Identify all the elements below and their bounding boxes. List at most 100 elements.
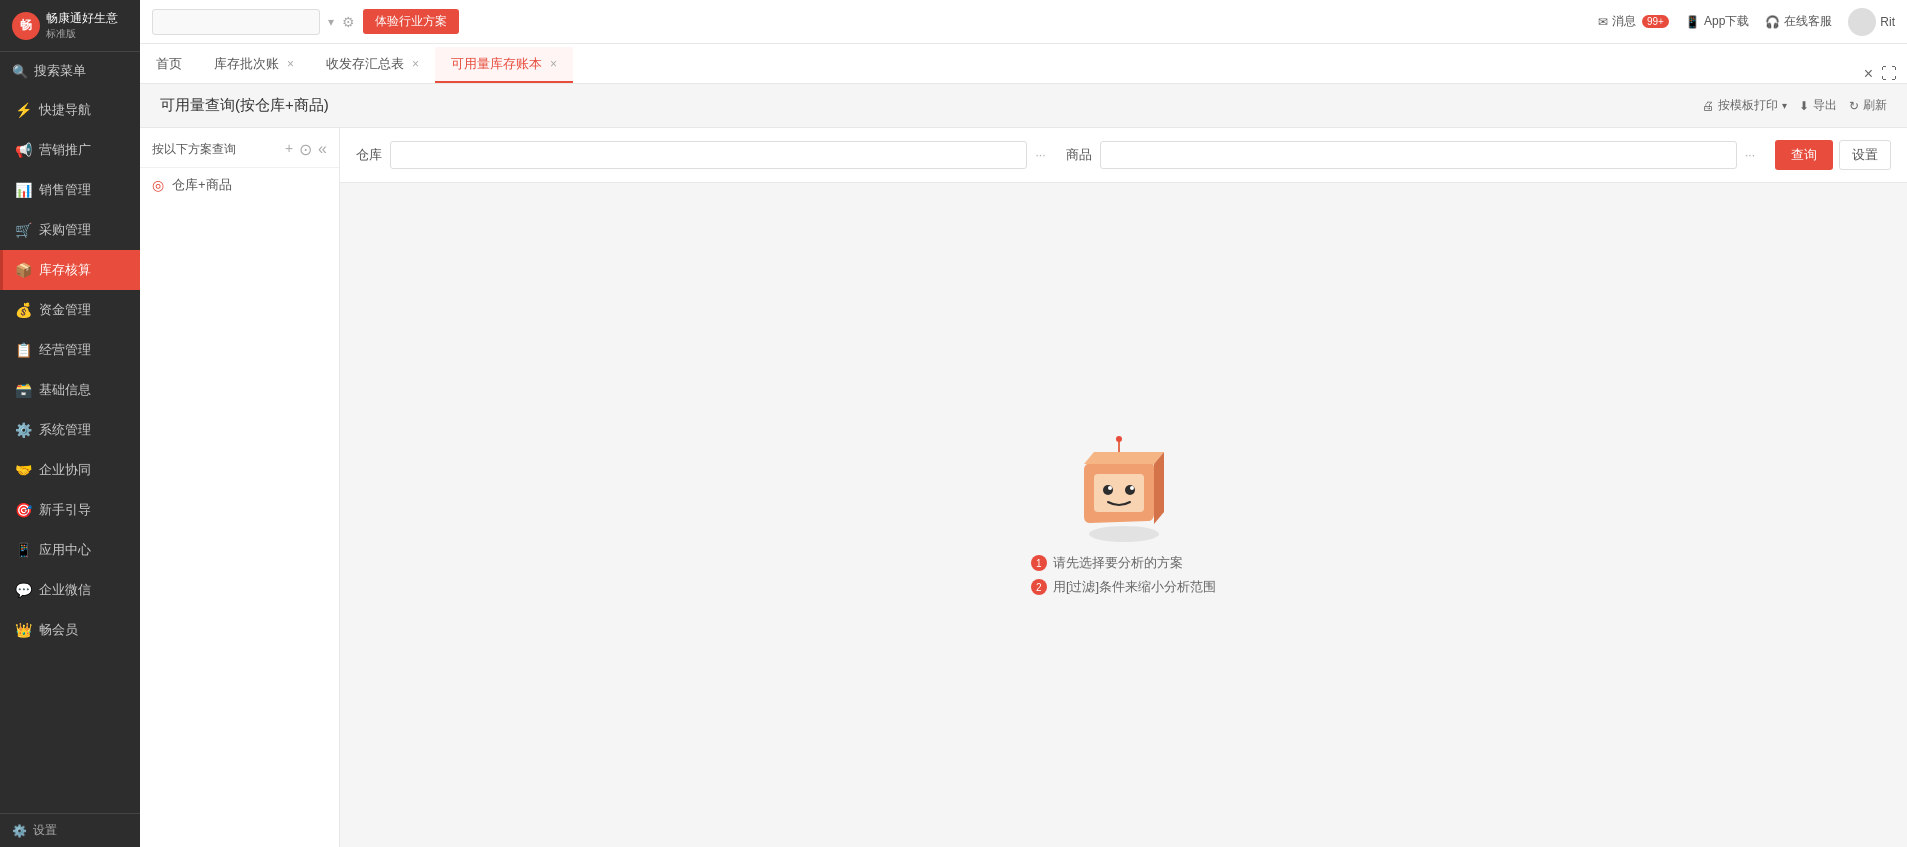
sidebar-item-finance[interactable]: 💰 资金管理	[0, 290, 140, 330]
filter-item-label: 仓库+商品	[172, 176, 232, 194]
empty-tip-1: 1 请先选择要分析的方案	[1031, 554, 1216, 572]
user-name: Rit	[1880, 15, 1895, 29]
tabs-bar: 首页 库存批次账 × 收发存汇总表 × 可用量库存账本 × × ⛶	[140, 44, 1907, 84]
topbar: ▾ ⚙ 体验行业方案 ✉ 消息 99+ 📱 App下载 🎧 在线客服 Rit	[140, 0, 1907, 44]
filter-scheme-icon: ◎	[152, 177, 164, 193]
tab-close-btn[interactable]: ×	[1864, 65, 1873, 83]
sidebar-item-purchase[interactable]: 🛒 采购管理	[0, 210, 140, 250]
sidebar-item-label: 资金管理	[39, 301, 91, 319]
sidebar-search-item[interactable]: 🔍 搜索菜单	[0, 52, 140, 90]
sidebar-item-label: 畅会员	[39, 621, 78, 639]
sidebar-search-label: 搜索菜单	[34, 62, 86, 80]
sidebar-nav: ⚡ 快捷导航 📢 营销推广 📊 销售管理 🛒 采购管理 📦 库存核算 💰 资金管…	[0, 90, 140, 813]
warehouse-input[interactable]	[390, 141, 1027, 169]
print-btn[interactable]: 🖨 按模板打印 ▾	[1702, 97, 1787, 114]
basic-icon: 🗃️	[15, 382, 31, 398]
svg-marker-2	[1084, 452, 1164, 464]
svg-point-7	[1108, 486, 1112, 490]
sidebar-footer[interactable]: ⚙️ 设置	[0, 813, 140, 847]
sidebar-item-vip[interactable]: 👑 畅会员	[0, 610, 140, 650]
sidebar-item-wechat[interactable]: 💬 企业微信	[0, 570, 140, 610]
sales-icon: 📊	[15, 182, 31, 198]
empty-state: 1 请先选择要分析的方案 2 用[过滤]条件来缩小分析范围	[340, 183, 1907, 847]
tab-collect-summary[interactable]: 收发存汇总表 ×	[310, 47, 435, 83]
app-download-label: App下载	[1704, 13, 1749, 30]
sidebar-item-app-center[interactable]: 📱 应用中心	[0, 530, 140, 570]
svg-point-0	[1089, 526, 1159, 542]
tip-text-1: 请先选择要分析的方案	[1053, 554, 1183, 572]
sidebar-item-label: 采购管理	[39, 221, 91, 239]
filter-collapse-icon[interactable]: «	[318, 140, 327, 159]
sidebar-header: 畅 畅康通好生意 标准版	[0, 0, 140, 52]
sidebar-item-basic[interactable]: 🗃️ 基础信息	[0, 370, 140, 410]
sidebar-logo-icon: 畅	[12, 12, 40, 40]
topbar-chevron-icon[interactable]: ▾	[328, 15, 334, 29]
app-download-item[interactable]: 📱 App下载	[1685, 13, 1749, 30]
message-label: 消息	[1612, 13, 1636, 30]
print-icon: 🖨	[1702, 99, 1714, 113]
sidebar-item-label: 销售管理	[39, 181, 91, 199]
quick-nav-icon: ⚡	[15, 102, 31, 118]
query-button[interactable]: 查询	[1775, 140, 1833, 170]
filter-add-icon[interactable]: +	[285, 140, 293, 159]
cooperation-icon: 🤝	[15, 462, 31, 478]
tip-text-2: 用[过滤]条件来缩小分析范围	[1053, 578, 1216, 596]
sidebar-item-label: 快捷导航	[39, 101, 91, 119]
sidebar-item-quick-nav[interactable]: ⚡ 快捷导航	[0, 90, 140, 130]
sidebar-item-label: 营销推广	[39, 141, 91, 159]
topbar-gear-icon[interactable]: ⚙	[342, 14, 355, 30]
finance-icon: 💰	[15, 302, 31, 318]
warehouse-field: 仓库 ···	[356, 141, 1046, 169]
wechat-icon: 💬	[15, 582, 31, 598]
warehouse-label: 仓库	[356, 146, 382, 164]
sidebar-item-label: 基础信息	[39, 381, 91, 399]
print-chevron-icon[interactable]: ▾	[1782, 100, 1787, 111]
refresh-icon: ↻	[1849, 99, 1859, 113]
purchase-icon: 🛒	[15, 222, 31, 238]
sidebar-item-onboarding[interactable]: 🎯 新手引导	[0, 490, 140, 530]
tab-batch-ledger[interactable]: 库存批次账 ×	[198, 47, 310, 83]
tab-label: 库存批次账	[214, 55, 279, 73]
export-label: 导出	[1813, 97, 1837, 114]
warehouse-more-btn[interactable]: ···	[1035, 148, 1045, 162]
tab-close-icon[interactable]: ×	[287, 58, 294, 70]
online-service-item[interactable]: 🎧 在线客服	[1765, 13, 1832, 30]
sidebar-item-sales[interactable]: 📊 销售管理	[0, 170, 140, 210]
sidebar-item-marketing[interactable]: 📢 营销推广	[0, 130, 140, 170]
product-more-btn[interactable]: ···	[1745, 148, 1755, 162]
filter-setting-icon[interactable]: ⊙	[299, 140, 312, 159]
sidebar-item-label: 应用中心	[39, 541, 91, 559]
sidebar-item-operation[interactable]: 📋 经营管理	[0, 330, 140, 370]
tab-expand-btn[interactable]: ⛶	[1881, 65, 1897, 83]
product-input[interactable]	[1100, 141, 1737, 169]
filter-actions: + ⊙ «	[285, 140, 327, 159]
setting-button[interactable]: 设置	[1839, 140, 1891, 170]
tab-available-ledger[interactable]: 可用量库存账本 ×	[435, 47, 573, 83]
topbar-search-input[interactable]	[152, 9, 320, 35]
sidebar-item-label: 企业协同	[39, 461, 91, 479]
sidebar-item-system[interactable]: ⚙️ 系统管理	[0, 410, 140, 450]
message-badge: 99+	[1642, 15, 1669, 28]
sidebar-item-inventory[interactable]: 📦 库存核算	[0, 250, 140, 290]
filter-item-warehouse-product[interactable]: ◎ 仓库+商品	[140, 168, 339, 202]
page-header: 可用量查询(按仓库+商品) 🖨 按模板打印 ▾ ⬇ 导出 ↻ 刷新	[140, 84, 1907, 128]
print-label: 按模板打印	[1718, 97, 1778, 114]
tab-close-icon[interactable]: ×	[550, 58, 557, 70]
sidebar-item-cooperation[interactable]: 🤝 企业协同	[0, 450, 140, 490]
sidebar-logo: 畅 畅康通好生意 标准版	[12, 10, 128, 41]
tab-home[interactable]: 首页	[140, 47, 198, 83]
export-btn[interactable]: ⬇ 导出	[1799, 97, 1837, 114]
tab-controls: × ⛶	[1864, 65, 1907, 83]
empty-svg	[1064, 434, 1184, 544]
sidebar-item-label: 新手引导	[39, 501, 91, 519]
message-item[interactable]: ✉ 消息 99+	[1598, 13, 1669, 30]
page-title: 可用量查询(按仓库+商品)	[160, 96, 329, 115]
tab-close-icon[interactable]: ×	[412, 58, 419, 70]
user-avatar-item[interactable]: Rit	[1848, 8, 1895, 36]
topbar-right: ✉ 消息 99+ 📱 App下载 🎧 在线客服 Rit	[1598, 8, 1895, 36]
refresh-btn[interactable]: ↻ 刷新	[1849, 97, 1887, 114]
export-icon: ⬇	[1799, 99, 1809, 113]
product-field: 商品 ···	[1066, 141, 1756, 169]
svg-point-5	[1103, 485, 1113, 495]
trial-btn[interactable]: 体验行业方案	[363, 9, 459, 34]
